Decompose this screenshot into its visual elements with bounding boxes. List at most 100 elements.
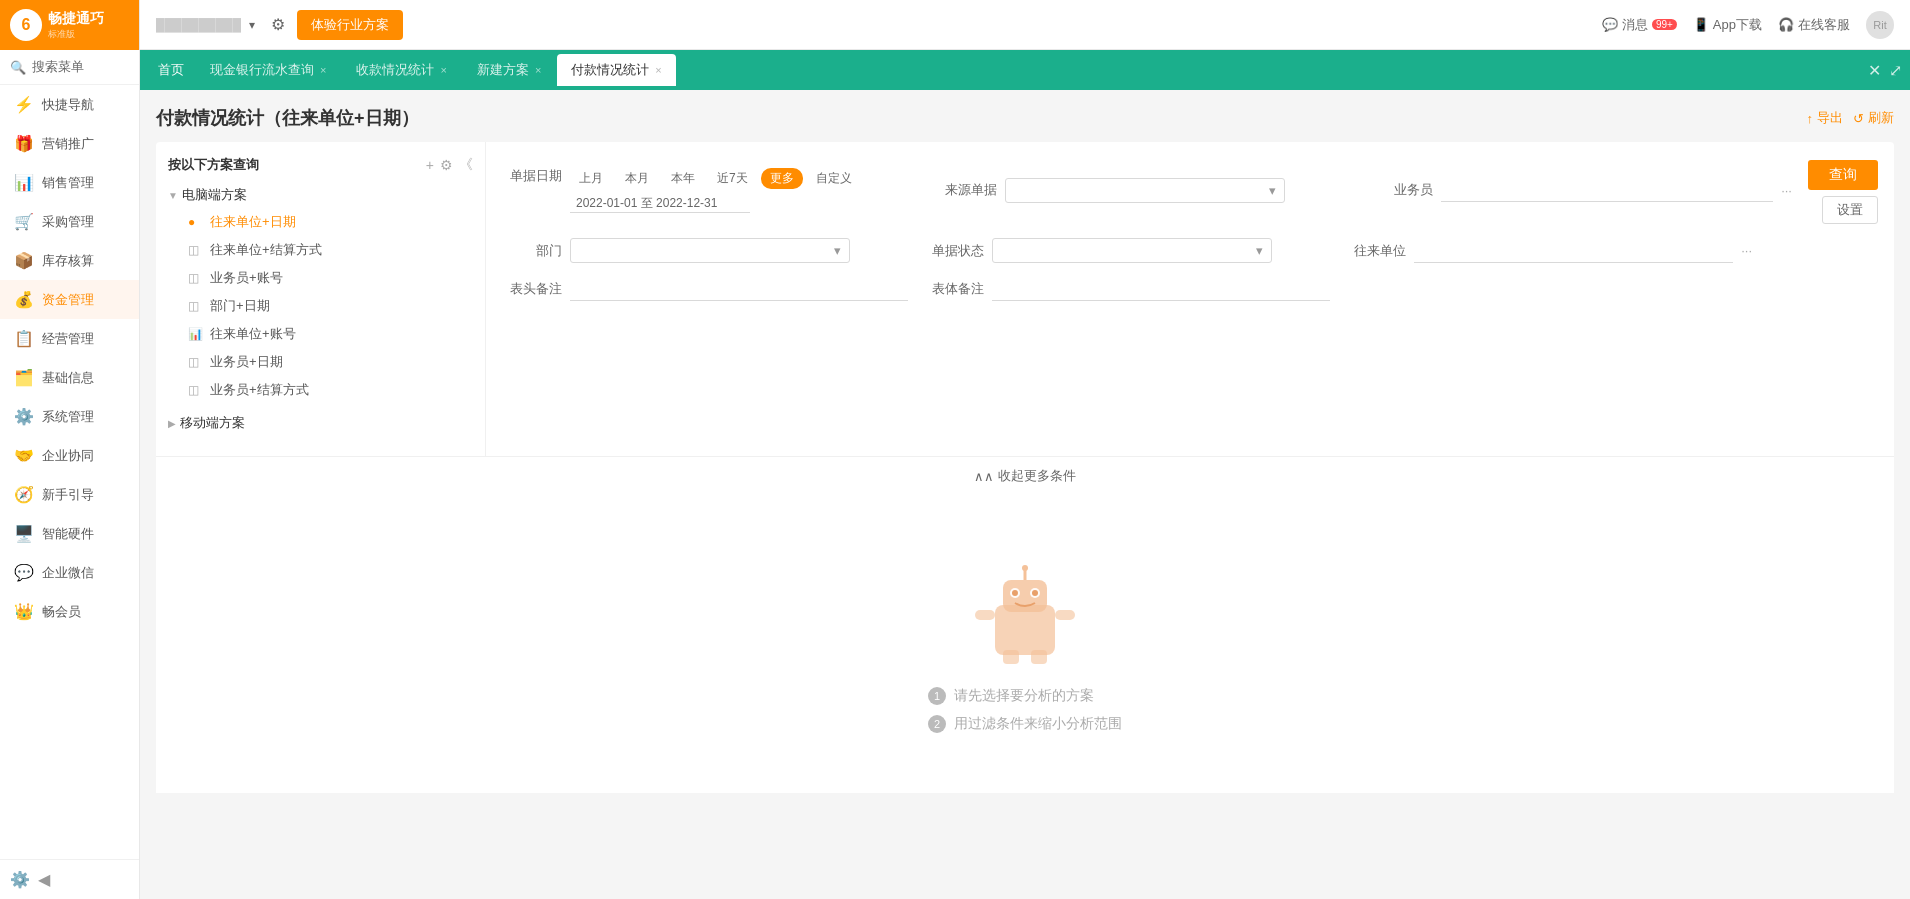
source-filter-group: 来源单据 ▾ xyxy=(937,178,1356,203)
mobile-group-label: 移动端方案 xyxy=(180,414,245,432)
dept-select[interactable]: ▾ xyxy=(570,238,850,263)
refresh-btn[interactable]: ↺ 刷新 xyxy=(1853,109,1894,127)
tab-label: 新建方案 xyxy=(477,61,529,79)
app-download-action[interactable]: 📱 App下载 xyxy=(1693,16,1762,34)
topbar-settings-icon[interactable]: ⚙ xyxy=(271,15,285,34)
user-avatar[interactable]: Rit xyxy=(1866,11,1894,39)
sidebar-item-smart-hw[interactable]: 🖥️ 智能硬件 xyxy=(0,514,139,553)
sidebar-item-label: 快捷导航 xyxy=(42,96,94,114)
scheme-item-label: 往来单位+结算方式 xyxy=(210,241,322,259)
mobile-group-title[interactable]: ▶ 移动端方案 xyxy=(168,410,473,436)
scheme-item-partner-settle[interactable]: ◫ 往来单位+结算方式 xyxy=(168,236,473,264)
sidebar-item-inventory[interactable]: 📦 库存核算 xyxy=(0,241,139,280)
this-month-shortcut[interactable]: 本月 xyxy=(616,167,658,190)
tab-cash-flow[interactable]: 现金银行流水查询 × xyxy=(196,54,340,86)
sidebar-item-operations[interactable]: 📋 经营管理 xyxy=(0,319,139,358)
partner-more-icon[interactable]: ··· xyxy=(1741,243,1752,258)
sidebar-item-quick-nav[interactable]: ⚡ 快捷导航 xyxy=(0,85,139,124)
sidebar-item-base-info[interactable]: 🗂️ 基础信息 xyxy=(0,358,139,397)
empty-steps: 1 请先选择要分析的方案 2 用过滤条件来缩小分析范围 xyxy=(928,687,1122,733)
tab-close-icon[interactable]: × xyxy=(655,64,661,76)
svg-rect-0 xyxy=(995,605,1055,655)
scheme-item-label: 业务员+日期 xyxy=(210,353,283,371)
tab-close-icon[interactable]: × xyxy=(320,64,326,76)
scheme-icon: ◫ xyxy=(188,271,204,285)
staff-label: 业务员 xyxy=(1373,181,1433,199)
close-tab-icon[interactable]: ✕ xyxy=(1868,61,1881,80)
sidebar-item-sales[interactable]: 📊 销售管理 xyxy=(0,163,139,202)
tab-new-plan[interactable]: 新建方案 × xyxy=(463,54,555,86)
partner-input[interactable] xyxy=(1414,239,1733,263)
export-btn[interactable]: ↑ 导出 xyxy=(1807,109,1844,127)
scheme-item-partner-date[interactable]: ● 往来单位+日期 xyxy=(168,208,473,236)
sidebar-item-label: 系统管理 xyxy=(42,408,94,426)
svg-rect-8 xyxy=(975,610,995,620)
filter-row-2: 部门 ▾ 单据状态 ▾ xyxy=(502,238,1878,263)
body-note-input[interactable] xyxy=(992,277,1330,301)
content-wrapper: 按以下方案查询 + ⚙ 《 ▼ 电脑端方案 xyxy=(156,142,1894,793)
more-shortcuts[interactable]: 更多 xyxy=(761,168,803,189)
trial-btn[interactable]: 体验行业方案 xyxy=(297,10,403,40)
header-note-group: 表头备注 xyxy=(502,277,908,301)
message-action[interactable]: 💬 消息 99+ xyxy=(1602,16,1677,34)
last-7days-shortcut[interactable]: 近7天 xyxy=(708,167,757,190)
scheme-item-dept-date[interactable]: ◫ 部门+日期 xyxy=(168,292,473,320)
collapse-sidebar-icon[interactable]: ◀ xyxy=(38,870,50,889)
tab-payment-stats[interactable]: 收款情况统计 × xyxy=(342,54,460,86)
settings-bottom-icon[interactable]: ⚙️ xyxy=(10,870,30,889)
chart-scheme-icon: 📊 xyxy=(188,327,204,341)
scheme-item-staff-date[interactable]: ◫ 业务员+日期 xyxy=(168,348,473,376)
scheme-item-staff-account[interactable]: ◫ 业务员+账号 xyxy=(168,264,473,292)
svg-rect-10 xyxy=(1003,650,1019,664)
sidebar-item-label: 智能硬件 xyxy=(42,525,94,543)
tab-close-icon[interactable]: × xyxy=(440,64,446,76)
pc-group-title[interactable]: ▼ 电脑端方案 xyxy=(168,182,473,208)
body-note-group: 表体备注 xyxy=(924,277,1330,301)
tab-close-icon[interactable]: × xyxy=(535,64,541,76)
sidebar-item-enterprise[interactable]: 🤝 企业协同 xyxy=(0,436,139,475)
last-month-shortcut[interactable]: 上月 xyxy=(570,167,612,190)
status-select[interactable]: ▾ xyxy=(992,238,1272,263)
tabs-bar: 首页 现金银行流水查询 × 收款情况统计 × 新建方案 × 付款情况统计 × ✕… xyxy=(140,50,1910,90)
scheme-collapse-icon[interactable]: 《 xyxy=(459,156,473,174)
settings-btn[interactable]: 设置 xyxy=(1822,196,1878,224)
quick-nav-icon: ⚡ xyxy=(14,95,34,114)
collapse-bar[interactable]: ∧∧ 收起更多条件 xyxy=(156,456,1894,495)
message-label: 消息 xyxy=(1622,16,1648,34)
tab-home[interactable]: 首页 xyxy=(148,54,194,86)
date-shortcuts: 上月 本月 本年 近7天 更多 自定义 xyxy=(570,167,861,190)
staff-input[interactable] xyxy=(1441,178,1773,202)
dept-dropdown-icon: ▾ xyxy=(834,243,841,258)
online-service-action[interactable]: 🎧 在线客服 xyxy=(1778,16,1850,34)
date-range-input[interactable] xyxy=(570,194,750,213)
sidebar-search[interactable]: 🔍 搜索菜单 xyxy=(0,50,139,85)
this-year-shortcut[interactable]: 本年 xyxy=(662,167,704,190)
staff-more-icon[interactable]: ··· xyxy=(1781,183,1792,198)
step-2-num: 2 xyxy=(928,715,946,733)
scheme-item-label: 业务员+账号 xyxy=(210,269,283,287)
sidebar-item-vip[interactable]: 👑 畅会员 xyxy=(0,592,139,631)
custom-shortcut[interactable]: 自定义 xyxy=(807,167,861,190)
svg-point-4 xyxy=(1012,590,1018,596)
sidebar-item-beginner[interactable]: 🧭 新手引导 xyxy=(0,475,139,514)
svg-point-7 xyxy=(1022,565,1028,571)
scheme-settings-icon[interactable]: ⚙ xyxy=(440,157,453,173)
dropdown-arrow[interactable]: ▾ xyxy=(249,18,255,32)
source-select[interactable]: ▾ xyxy=(1005,178,1285,203)
maximize-tab-icon[interactable]: ⤢ xyxy=(1889,61,1902,80)
scheme-item-staff-settle[interactable]: ◫ 业务员+结算方式 xyxy=(168,376,473,404)
tab-pay-stats[interactable]: 付款情况统计 × xyxy=(557,54,675,86)
query-section: 查询 设置 xyxy=(1808,156,1878,224)
company-name: ██████████ xyxy=(156,18,241,32)
purchase-icon: 🛒 xyxy=(14,212,34,231)
sidebar-item-purchase[interactable]: 🛒 采购管理 xyxy=(0,202,139,241)
sidebar-item-enterprise-wechat[interactable]: 💬 企业微信 xyxy=(0,553,139,592)
query-btn[interactable]: 查询 xyxy=(1808,160,1878,190)
tab-label: 现金银行流水查询 xyxy=(210,61,314,79)
scheme-item-partner-account[interactable]: 📊 往来单位+账号 xyxy=(168,320,473,348)
sidebar-item-system[interactable]: ⚙️ 系统管理 xyxy=(0,397,139,436)
sidebar-item-finance[interactable]: 💰 资金管理 xyxy=(0,280,139,319)
header-note-input[interactable] xyxy=(570,277,908,301)
add-scheme-icon[interactable]: + xyxy=(426,157,434,173)
sidebar-item-marketing[interactable]: 🎁 营销推广 xyxy=(0,124,139,163)
